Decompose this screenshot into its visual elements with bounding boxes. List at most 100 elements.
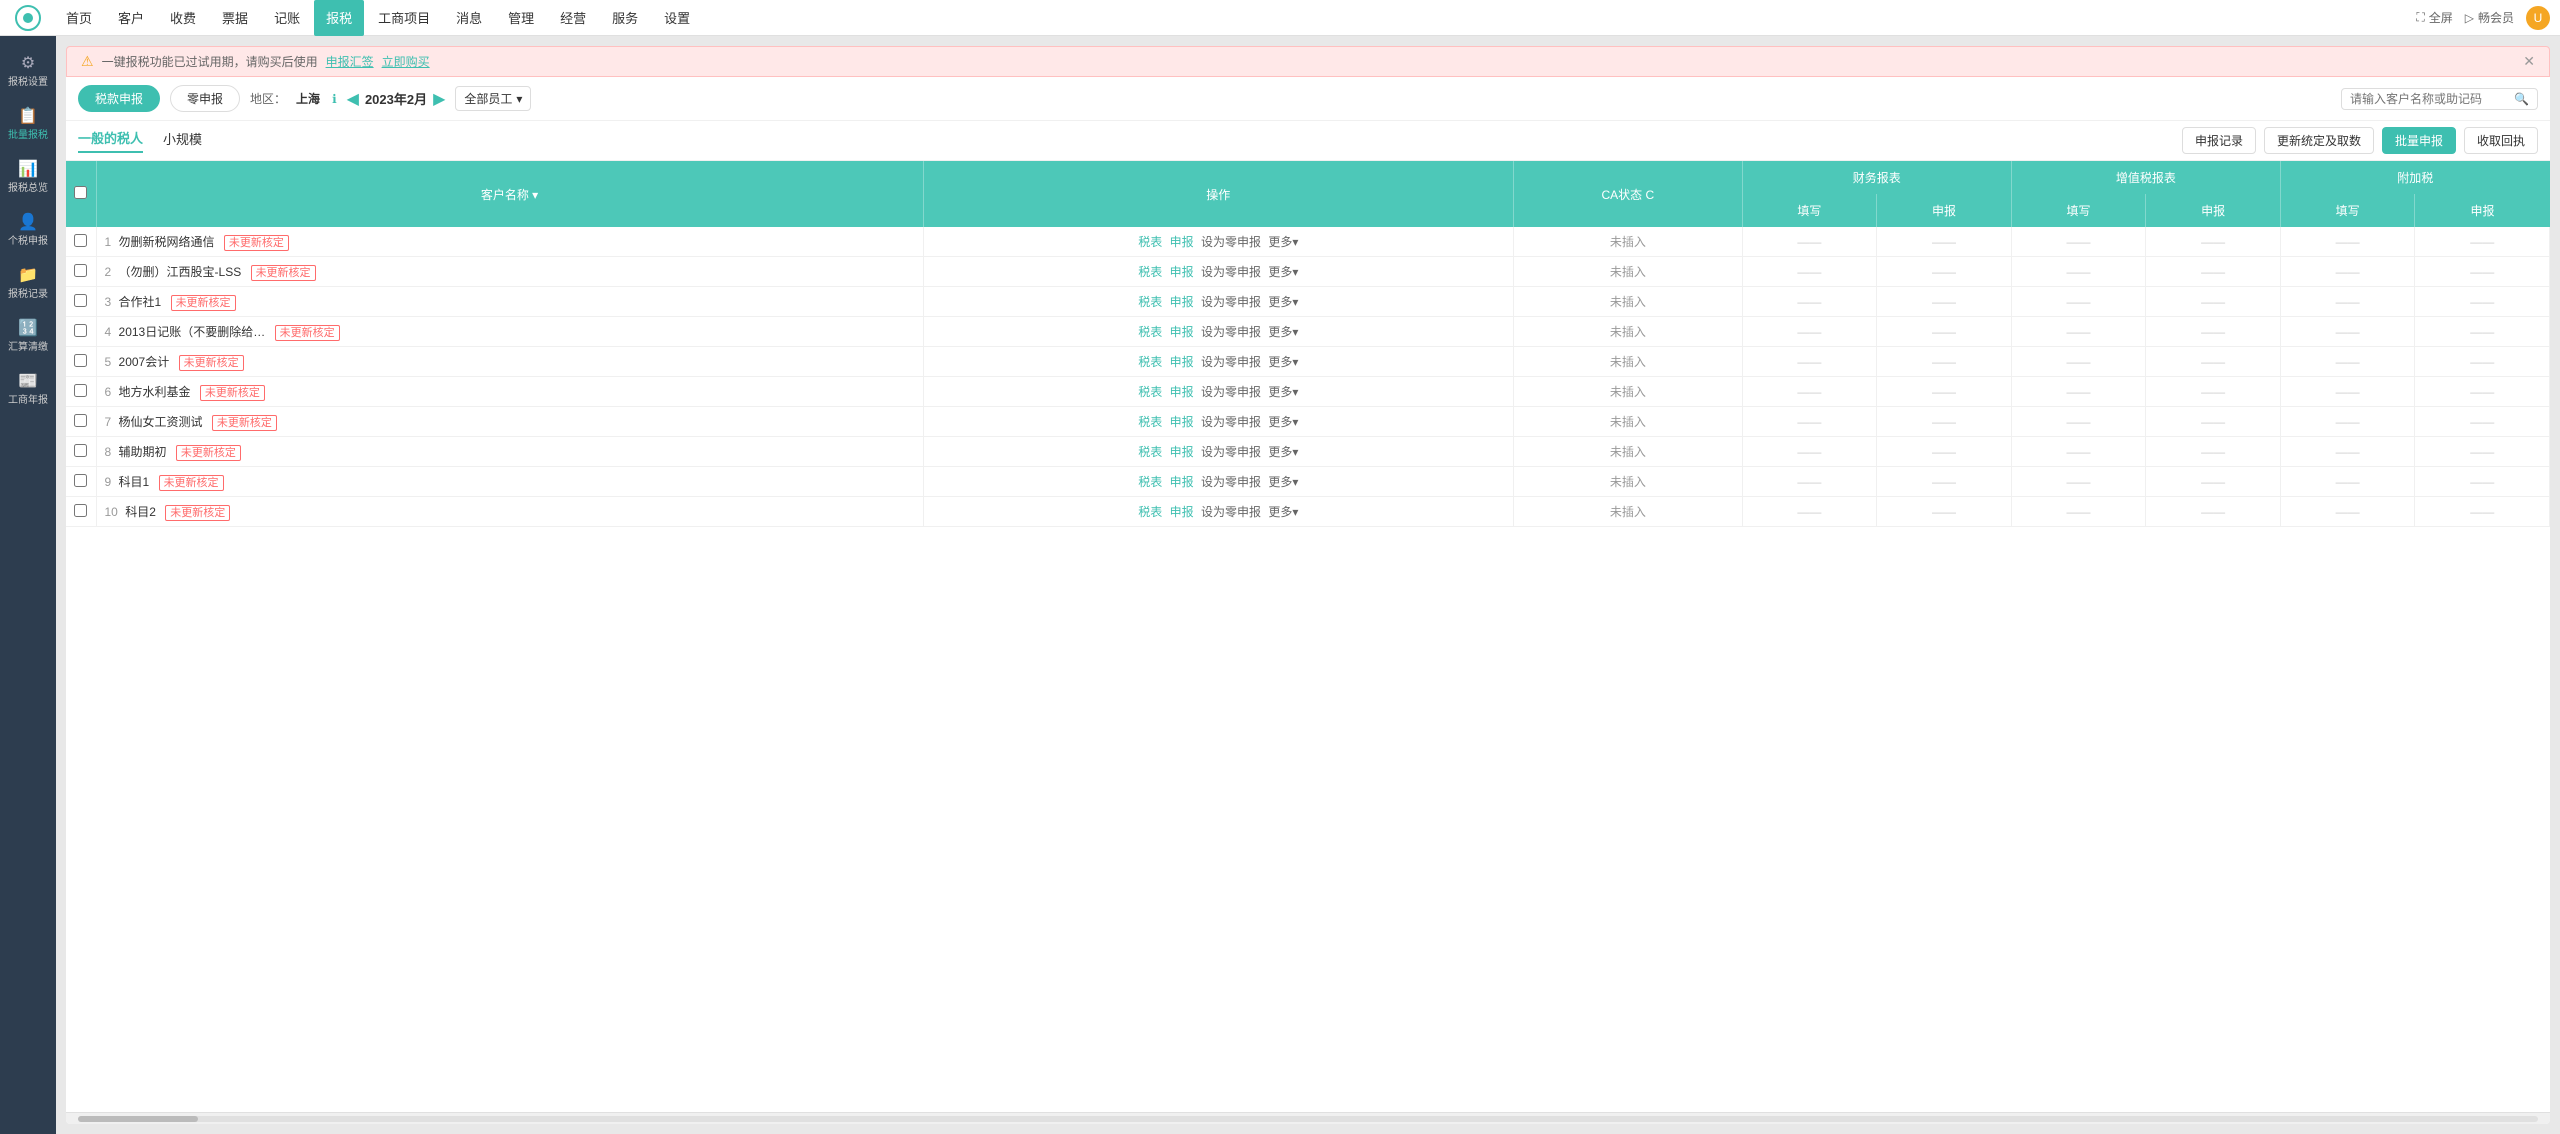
main-panel: 税款申报 零申报 地区： 上海 ℹ ◀ 2023年2月 ▶ 全部员工 ▾ 🔍 (66, 77, 2550, 1124)
region-info-icon[interactable]: ℹ (332, 92, 337, 106)
scroll-bar-thumb[interactable] (78, 1116, 198, 1122)
nav-service[interactable]: 服务 (600, 0, 650, 36)
date-next-button[interactable]: ▶ (433, 89, 445, 109)
sidebar-item-annual-report[interactable]: 📰 工商年报 (0, 362, 56, 415)
sidebar-item-batch-tax[interactable]: 📋 批量报税 (0, 97, 56, 150)
set-zero-btn[interactable]: 设为零申报 (1201, 355, 1261, 369)
tax-form-btn[interactable]: 税表 (1138, 295, 1162, 309)
user-avatar[interactable]: U (2526, 6, 2550, 30)
more-btn[interactable]: 更多▾ (1268, 235, 1298, 249)
nav-settings[interactable]: 设置 (652, 0, 702, 36)
tab-zero[interactable]: 零申报 (170, 85, 240, 112)
date-prev-button[interactable]: ◀ (347, 89, 359, 109)
nav-home[interactable]: 首页 (54, 0, 104, 36)
set-zero-btn[interactable]: 设为零申报 (1201, 295, 1261, 309)
tab-small-scale[interactable]: 小规模 (163, 129, 202, 152)
sidebar-item-settlement[interactable]: 🔢 汇算清缴 (0, 309, 56, 362)
tax-form-btn[interactable]: 税表 (1138, 265, 1162, 279)
nav-manage[interactable]: 管理 (496, 0, 546, 36)
tax-form-btn[interactable]: 税表 (1138, 385, 1162, 399)
declare-link[interactable]: 申报汇签 (326, 53, 374, 70)
nav-accounting[interactable]: 记账 (262, 0, 312, 36)
row-checkbox[interactable] (74, 444, 87, 457)
search-input[interactable] (2350, 92, 2510, 106)
set-zero-btn[interactable]: 设为零申报 (1201, 415, 1261, 429)
sidebar-item-tax-records[interactable]: 📁 报税记录 (0, 256, 56, 309)
set-zero-btn[interactable]: 设为零申报 (1201, 385, 1261, 399)
table-row: 6 地方水利基金 未更新核定 税表 申报 设为零申报 更多▾ 未插入 —— ——… (66, 377, 2550, 407)
nav-tax[interactable]: 报税 (314, 0, 364, 36)
set-zero-btn[interactable]: 设为零申报 (1201, 325, 1261, 339)
tax-form-btn[interactable]: 税表 (1138, 325, 1162, 339)
row-checkbox[interactable] (74, 354, 87, 367)
nav-client[interactable]: 客户 (106, 0, 156, 36)
batch-declare-button[interactable]: 批量申报 (2382, 127, 2456, 154)
tax-form-btn[interactable]: 税表 (1138, 355, 1162, 369)
row-checkbox[interactable] (74, 294, 87, 307)
nav-operation[interactable]: 经营 (548, 0, 598, 36)
set-zero-btn[interactable]: 设为零申报 (1201, 265, 1261, 279)
update-tax-button[interactable]: 更新统定及取数 (2264, 127, 2374, 154)
member-button[interactable]: ▷ 畅会员 (2465, 9, 2514, 26)
tax-form-btn[interactable]: 税表 (1138, 445, 1162, 459)
set-zero-btn[interactable]: 设为零申报 (1201, 445, 1261, 459)
buy-link[interactable]: 立即购买 (382, 53, 430, 70)
row-add-fill: —— (2280, 497, 2415, 527)
more-btn[interactable]: 更多▾ (1268, 415, 1298, 429)
tax-form-btn[interactable]: 税表 (1138, 235, 1162, 249)
row-checkbox[interactable] (74, 234, 87, 247)
row-checkbox[interactable] (74, 384, 87, 397)
row-checkbox[interactable] (74, 504, 87, 517)
fullscreen-button[interactable]: ⛶ 全屏 (2416, 9, 2452, 26)
row-checkbox[interactable] (74, 324, 87, 337)
dept-select[interactable]: 全部员工 ▾ (455, 86, 531, 111)
more-btn[interactable]: 更多▾ (1268, 445, 1298, 459)
declare-btn[interactable]: 申报 (1170, 505, 1194, 519)
row-financial-fill: —— (1742, 467, 1877, 497)
set-zero-btn[interactable]: 设为零申报 (1201, 505, 1261, 519)
row-financial-declare: —— (1877, 437, 2012, 467)
nav-message[interactable]: 消息 (444, 0, 494, 36)
retrieve-button[interactable]: 收取回执 (2464, 127, 2538, 154)
declare-btn[interactable]: 申报 (1170, 415, 1194, 429)
row-checkbox[interactable] (74, 474, 87, 487)
declare-btn[interactable]: 申报 (1170, 475, 1194, 489)
declare-record-button[interactable]: 申报记录 (2182, 127, 2256, 154)
tax-form-btn[interactable]: 税表 (1138, 475, 1162, 489)
sidebar-item-personal-tax[interactable]: 👤 个税申报 (0, 203, 56, 256)
more-btn[interactable]: 更多▾ (1268, 475, 1298, 489)
declare-btn[interactable]: 申报 (1170, 445, 1194, 459)
tax-form-btn[interactable]: 税表 (1138, 415, 1162, 429)
more-btn[interactable]: 更多▾ (1268, 505, 1298, 519)
more-btn[interactable]: 更多▾ (1268, 265, 1298, 279)
nav-billing[interactable]: 收费 (158, 0, 208, 36)
banner-close-button[interactable]: ✕ (2523, 53, 2535, 70)
row-checkbox[interactable] (74, 414, 87, 427)
declare-btn[interactable]: 申报 (1170, 325, 1194, 339)
set-zero-btn[interactable]: 设为零申报 (1201, 475, 1261, 489)
client-name-value: 地方水利基金 (119, 385, 191, 399)
more-btn[interactable]: 更多▾ (1268, 295, 1298, 309)
declare-btn[interactable]: 申报 (1170, 235, 1194, 249)
declare-btn[interactable]: 申报 (1170, 355, 1194, 369)
sort-icon[interactable]: ▾ (532, 188, 538, 202)
select-all-checkbox[interactable] (74, 186, 87, 199)
sidebar-item-tax-settings[interactable]: ⚙ 报税设置 (0, 44, 56, 97)
nav-invoice[interactable]: 票据 (210, 0, 260, 36)
more-btn[interactable]: 更多▾ (1268, 355, 1298, 369)
declare-btn[interactable]: 申报 (1170, 265, 1194, 279)
set-zero-btn[interactable]: 设为零申报 (1201, 235, 1261, 249)
search-icon[interactable]: 🔍 (2514, 92, 2529, 106)
tab-declare[interactable]: 税款申报 (78, 85, 160, 112)
tab-general-taxpayer[interactable]: 一般的税人 (78, 128, 143, 153)
sidebar-item-tax-overview[interactable]: 📊 报税总览 (0, 150, 56, 203)
declare-btn[interactable]: 申报 (1170, 385, 1194, 399)
th-financial-fill: 填写 (1742, 194, 1877, 227)
more-btn[interactable]: 更多▾ (1268, 385, 1298, 399)
declare-btn[interactable]: 申报 (1170, 295, 1194, 309)
tax-form-btn[interactable]: 税表 (1138, 505, 1162, 519)
row-client-name: 2 （勿删）江西股宝-LSS 未更新核定 (96, 257, 923, 287)
row-checkbox[interactable] (74, 264, 87, 277)
more-btn[interactable]: 更多▾ (1268, 325, 1298, 339)
nav-business[interactable]: 工商项目 (366, 0, 442, 36)
